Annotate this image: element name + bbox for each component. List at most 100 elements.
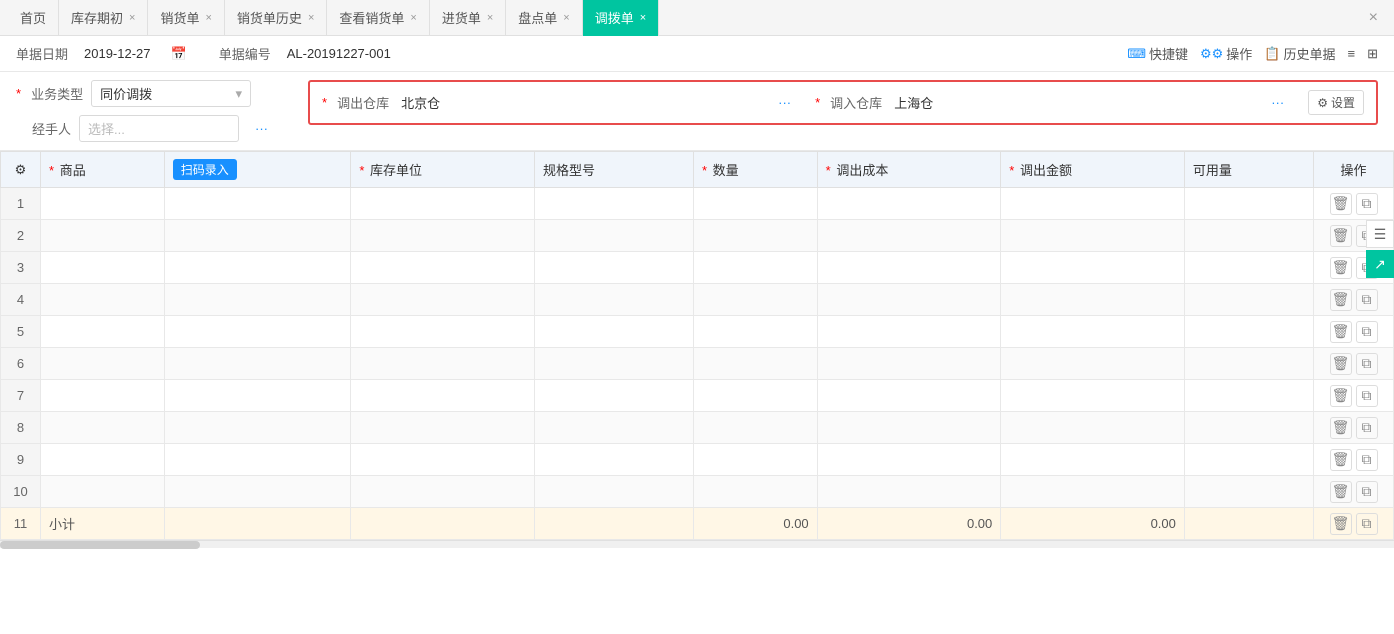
shortcut-action[interactable]: ⌨ 快捷键 — [1127, 44, 1188, 63]
copy-icon-11[interactable]: ⧉ — [1356, 513, 1378, 535]
amount-cell-3[interactable] — [1001, 252, 1185, 284]
operator-select[interactable]: 选择... — [79, 115, 239, 142]
amount-cell-8[interactable] — [1001, 412, 1185, 444]
product-cell-6[interactable] — [41, 348, 165, 380]
th-gear[interactable]: ⚙ — [1, 152, 41, 188]
amount-cell-2[interactable] — [1001, 220, 1185, 252]
copy-icon-7[interactable]: ⧉ — [1356, 385, 1378, 407]
business-type-select[interactable]: 同价调拨 ▾ — [91, 80, 251, 107]
horizontal-scrollbar[interactable] — [0, 540, 1394, 548]
cost-cell-3[interactable] — [817, 252, 1001, 284]
cost-cell-4[interactable] — [817, 284, 1001, 316]
tab-sales-order[interactable]: 销货单 × — [148, 0, 224, 36]
cost-cell-5[interactable] — [817, 316, 1001, 348]
settings-button[interactable]: ⚙ 设置 — [1308, 90, 1364, 115]
tab-sales-history-close[interactable]: × — [308, 12, 314, 24]
tab-stocktake-close[interactable]: × — [563, 12, 569, 24]
copy-icon-1[interactable]: ⧉ — [1356, 193, 1378, 215]
delete-icon-10[interactable]: 🗑 — [1330, 481, 1352, 503]
float-expand-btn[interactable]: ↗ — [1366, 250, 1394, 278]
operation-action[interactable]: ⚙⚙ 操作 — [1200, 44, 1252, 63]
table-header-row: ⚙ * 商品 扫码录入 * 库存单位 规格型号 * 数量 — [1, 152, 1394, 188]
form-left: * 业务类型 同价调拨 ▾ 经手人 选择... ··· — [16, 80, 296, 142]
delete-icon-2[interactable]: 🗑 — [1330, 225, 1352, 247]
copy-icon-4[interactable]: ⧉ — [1356, 289, 1378, 311]
product-cell-10[interactable] — [41, 476, 165, 508]
cost-cell-10[interactable] — [817, 476, 1001, 508]
copy-icon-10[interactable]: ⧉ — [1356, 481, 1378, 503]
qty-cell-10[interactable] — [693, 476, 817, 508]
layout-action[interactable]: ≡ — [1348, 46, 1356, 61]
delete-icon-5[interactable]: 🗑 — [1330, 321, 1352, 343]
product-cell-2[interactable] — [41, 220, 165, 252]
tab-purchase[interactable]: 进货单 × — [430, 0, 506, 36]
qty-cell-2[interactable] — [693, 220, 817, 252]
qty-cell-9[interactable] — [693, 444, 817, 476]
tab-home[interactable]: 首页 — [8, 0, 59, 36]
history-action[interactable]: 📋 历史单据 — [1264, 44, 1335, 63]
qty-cell-1[interactable] — [693, 188, 817, 220]
copy-icon-5[interactable]: ⧉ — [1356, 321, 1378, 343]
warehouse-in-more-btn[interactable]: ··· — [1271, 95, 1284, 110]
calendar-icon[interactable]: 📅 — [171, 46, 187, 62]
amount-cell-9[interactable] — [1001, 444, 1185, 476]
delete-icon-3[interactable]: 🗑 — [1330, 257, 1352, 279]
tab-purchase-close[interactable]: × — [487, 12, 493, 24]
amount-cell-4[interactable] — [1001, 284, 1185, 316]
copy-icon-6[interactable]: ⧉ — [1356, 353, 1378, 375]
product-cell-3[interactable] — [41, 252, 165, 284]
delete-icon-7[interactable]: 🗑 — [1330, 385, 1352, 407]
th-scan[interactable]: 扫码录入 — [164, 152, 351, 188]
copy-icon-9[interactable]: ⧉ — [1356, 449, 1378, 471]
product-cell-7[interactable] — [41, 380, 165, 412]
delete-icon-4[interactable]: 🗑 — [1330, 289, 1352, 311]
cost-cell-1[interactable] — [817, 188, 1001, 220]
tab-inventory-init[interactable]: 库存期初 × — [59, 0, 148, 36]
tab-sales-history[interactable]: 销货单历史 × — [225, 0, 327, 36]
grid-action[interactable]: ⊞ — [1367, 46, 1378, 62]
cost-cell-9[interactable] — [817, 444, 1001, 476]
amount-cell-7[interactable] — [1001, 380, 1185, 412]
cost-cell-8[interactable] — [817, 412, 1001, 444]
product-cell-9[interactable] — [41, 444, 165, 476]
amount-cell-5[interactable] — [1001, 316, 1185, 348]
scan-button[interactable]: 扫码录入 — [173, 159, 237, 180]
delete-icon-1[interactable]: 🗑 — [1330, 193, 1352, 215]
qty-cell-4[interactable] — [693, 284, 817, 316]
scrollbar-thumb[interactable] — [0, 541, 200, 549]
tab-transfer[interactable]: 调拨单 × — [583, 0, 659, 36]
copy-icon-8[interactable]: ⧉ — [1356, 417, 1378, 439]
tab-inventory-init-close[interactable]: × — [129, 12, 135, 24]
amount-cell-1[interactable] — [1001, 188, 1185, 220]
delete-icon-8[interactable]: 🗑 — [1330, 417, 1352, 439]
table-row: 9 🗑 ⧉ — [1, 444, 1394, 476]
qty-cell-3[interactable] — [693, 252, 817, 284]
tab-bar-close[interactable]: × — [1361, 9, 1386, 27]
warehouse-in-label: 调入仓库 — [830, 93, 882, 112]
cost-cell-6[interactable] — [817, 348, 1001, 380]
delete-icon-9[interactable]: 🗑 — [1330, 449, 1352, 471]
delete-icon-11[interactable]: 🗑 — [1330, 513, 1352, 535]
unit-cell-7 — [351, 380, 535, 412]
qty-cell-6[interactable] — [693, 348, 817, 380]
delete-icon-6[interactable]: 🗑 — [1330, 353, 1352, 375]
float-list-btn[interactable]: ☰ — [1366, 220, 1394, 248]
cost-cell-2[interactable] — [817, 220, 1001, 252]
product-cell-5[interactable] — [41, 316, 165, 348]
tab-stocktake[interactable]: 盘点单 × — [506, 0, 582, 36]
product-cell-8[interactable] — [41, 412, 165, 444]
qty-cell-8[interactable] — [693, 412, 817, 444]
product-cell-4[interactable] — [41, 284, 165, 316]
cost-cell-7[interactable] — [817, 380, 1001, 412]
amount-cell-6[interactable] — [1001, 348, 1185, 380]
amount-cell-10[interactable] — [1001, 476, 1185, 508]
qty-cell-7[interactable] — [693, 380, 817, 412]
tab-view-sales-close[interactable]: × — [410, 12, 416, 24]
tab-sales-order-close[interactable]: × — [205, 12, 211, 24]
tab-view-sales[interactable]: 查看销货单 × — [327, 0, 429, 36]
operator-more-btn[interactable]: ··· — [255, 121, 268, 136]
qty-cell-5[interactable] — [693, 316, 817, 348]
warehouse-out-more-btn[interactable]: ··· — [778, 95, 791, 110]
product-cell-1[interactable] — [41, 188, 165, 220]
tab-transfer-close[interactable]: × — [640, 12, 646, 24]
